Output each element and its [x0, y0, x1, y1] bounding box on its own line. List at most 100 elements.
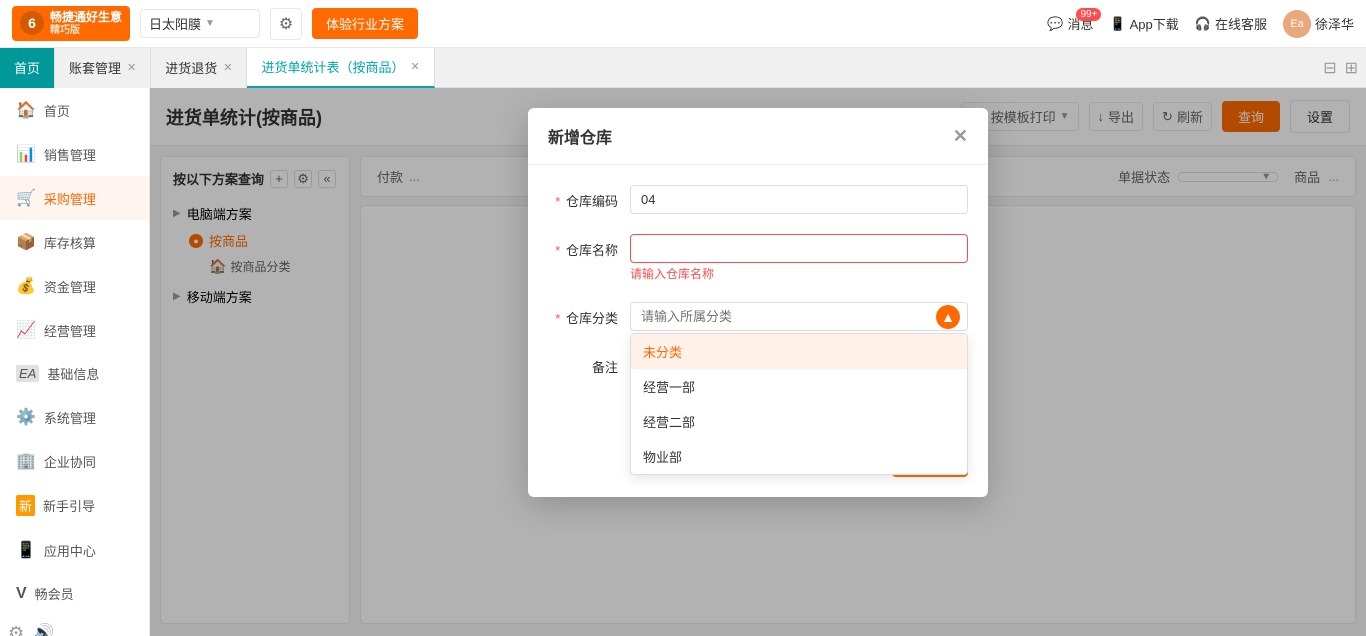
- main-layout: 🏠 首页 📊 销售管理 🛒 采购管理 📦 库存核算 💰 资金管理 📈 经营管理 …: [0, 88, 1366, 636]
- sidebar-label-basic-info: 基础信息: [47, 364, 99, 383]
- header-right: 💬 消息 99+ 📱 App下载 🎧 在线客服 Ea 徐泽华: [1047, 10, 1354, 38]
- enterprise-icon: 🏢: [16, 451, 36, 471]
- form-row-category: * 仓库分类 ▲ 未分类 经营一部 经营二部 物业部: [548, 302, 968, 331]
- tab-expand-icon[interactable]: ⊞: [1345, 58, 1358, 78]
- finance-icon: 💰: [16, 276, 36, 296]
- form-row-code: * 仓库编码: [548, 185, 968, 214]
- dropdown-item-ops2[interactable]: 经营二部: [631, 404, 967, 439]
- purchase-return-tab-close[interactable]: ✕: [223, 61, 232, 74]
- modal-header: 新增仓库 ✕: [528, 108, 988, 165]
- warehouse-code-input[interactable]: [630, 185, 968, 214]
- system-icon: ⚙️: [16, 407, 36, 427]
- dropdown-item-uncategorized[interactable]: 未分类: [631, 334, 967, 369]
- operations-icon: 📈: [16, 320, 36, 340]
- modal-new-warehouse: 新增仓库 ✕ * 仓库编码: [528, 108, 988, 497]
- category-dropdown: 未分类 经营一部 经营二部 物业部: [630, 333, 968, 475]
- sales-icon: 📊: [16, 144, 36, 164]
- sidebar-item-home[interactable]: 🏠 首页: [0, 88, 149, 132]
- sidebar-item-operations[interactable]: 📈 经营管理: [0, 308, 149, 352]
- sidebar-item-app-center[interactable]: 📱 应用中心: [0, 528, 149, 572]
- sidebar-item-sales[interactable]: 📊 销售管理: [0, 132, 149, 176]
- sidebar-label-finance: 资金管理: [44, 277, 96, 296]
- logo-area: 6 畅捷通好生意 精巧版: [12, 6, 130, 40]
- sidebar-label-app-center: 应用中心: [44, 541, 96, 560]
- app-download-label: App下载: [1130, 14, 1179, 33]
- sidebar-label-system: 系统管理: [44, 408, 96, 427]
- username: 徐泽华: [1315, 14, 1354, 33]
- message-item[interactable]: 💬 消息 99+: [1047, 14, 1093, 33]
- basic-info-icon: EA: [16, 365, 39, 382]
- sidebar-item-vip[interactable]: V 畅会员: [0, 572, 149, 615]
- sidebar-item-system[interactable]: ⚙️ 系统管理: [0, 395, 149, 439]
- warehouse-code-label: * 仓库编码: [548, 185, 618, 210]
- ea-label: Ea: [1283, 10, 1311, 38]
- sidebar-item-basic-info[interactable]: EA 基础信息: [0, 352, 149, 395]
- user-avatar: Ea: [1283, 10, 1311, 38]
- sidebar-label-home: 首页: [44, 101, 70, 120]
- tab-purchase-stats[interactable]: 进货单统计表（按商品） ✕: [247, 48, 434, 88]
- sidebar-item-purchase[interactable]: 🛒 采购管理: [0, 176, 149, 220]
- modal-overlay: 新增仓库 ✕ * 仓库编码: [150, 88, 1366, 636]
- modal-title: 新增仓库: [548, 124, 612, 148]
- tab-minimize-icon[interactable]: ⊟: [1323, 58, 1336, 78]
- tab-home[interactable]: 首页: [0, 48, 55, 88]
- logo-text: 畅捷通好生意: [50, 10, 122, 24]
- sidebar-label-sales: 销售管理: [44, 145, 96, 164]
- category-arrow-button[interactable]: ▲: [936, 305, 960, 329]
- purchase-stats-tab-label: 进货单统计表（按商品）: [261, 57, 404, 76]
- app-download-item[interactable]: 📱 App下载: [1109, 14, 1178, 33]
- store-name: 日太阳膜: [149, 14, 201, 33]
- message-badge: 99+: [1076, 8, 1101, 21]
- logo-icon: 6: [20, 11, 44, 35]
- sidebar-label-operations: 经营管理: [44, 321, 96, 340]
- category-input[interactable]: [630, 302, 968, 331]
- sidebar-label-vip: 畅会员: [35, 584, 74, 603]
- settings-bottom-icon[interactable]: ⚙: [8, 623, 24, 636]
- logo-sub: 精巧版: [50, 25, 122, 37]
- dropdown-item-property[interactable]: 物业部: [631, 439, 967, 474]
- online-service-label: 在线客服: [1215, 14, 1267, 33]
- home-tab-label: 首页: [14, 58, 40, 77]
- gear-button[interactable]: ⚙: [270, 8, 302, 40]
- headset-icon: 🎧: [1195, 16, 1211, 32]
- modal-close-button[interactable]: ✕: [953, 126, 968, 147]
- sidebar-item-newbie[interactable]: 新 新手引导: [0, 483, 149, 528]
- sidebar-item-finance[interactable]: 💰 资金管理: [0, 264, 149, 308]
- warehouse-category-label: * 仓库分类: [548, 302, 618, 327]
- modal-body: * 仓库编码 * 仓库名称 请输入仓库名称: [528, 165, 988, 441]
- sidebar-label-newbie: 新手引导: [43, 496, 95, 515]
- sidebar-item-enterprise[interactable]: 🏢 企业协同: [0, 439, 149, 483]
- trial-button[interactable]: 体验行业方案: [312, 8, 418, 39]
- required-star-category: *: [555, 311, 560, 326]
- tab-purchase-return[interactable]: 进货退货 ✕: [151, 48, 247, 88]
- online-service-item[interactable]: 🎧 在线客服: [1195, 14, 1267, 33]
- tab-account[interactable]: 账套管理 ✕: [55, 48, 151, 88]
- warehouse-name-input[interactable]: [630, 234, 968, 263]
- newbie-icon: 新: [16, 495, 35, 516]
- warehouse-name-wrapper: 请输入仓库名称: [630, 234, 968, 282]
- top-header: 6 畅捷通好生意 精巧版 日太阳膜 ▼ ⚙ 体验行业方案 💬 消息 99+ 📱 …: [0, 0, 1366, 48]
- home-icon: 🏠: [16, 100, 36, 120]
- account-tab-close[interactable]: ✕: [127, 61, 136, 74]
- warehouse-name-error: 请输入仓库名称: [630, 265, 968, 282]
- dropdown-item-ops1[interactable]: 经营一部: [631, 369, 967, 404]
- category-select-wrapper: ▲ 未分类 经营一部 经营二部 物业部: [630, 302, 968, 331]
- form-row-name: * 仓库名称 请输入仓库名称: [548, 234, 968, 282]
- sidebar-item-inventory[interactable]: 📦 库存核算: [0, 220, 149, 264]
- tab-bar-right: ⊟ ⊞: [1323, 58, 1366, 78]
- content-area: 进货单统计(按商品) 🖨 按模板打印 ▼ ↓ 导出 ↻ 刷新 查询 设置: [150, 88, 1366, 636]
- app-download-icon: 📱: [1109, 16, 1125, 32]
- message-icon: 💬: [1047, 16, 1063, 32]
- user-item[interactable]: Ea 徐泽华: [1283, 10, 1354, 38]
- sidebar-label-inventory: 库存核算: [44, 233, 96, 252]
- warehouse-name-label: * 仓库名称: [548, 234, 618, 259]
- required-star-name: *: [555, 243, 560, 258]
- inventory-icon: 📦: [16, 232, 36, 252]
- sidebar-label-purchase: 采购管理: [44, 189, 96, 208]
- app-center-icon: 📱: [16, 540, 36, 560]
- sidebar: 🏠 首页 📊 销售管理 🛒 采购管理 📦 库存核算 💰 资金管理 📈 经营管理 …: [0, 88, 150, 636]
- store-selector[interactable]: 日太阳膜 ▼: [140, 9, 260, 38]
- sound-icon[interactable]: 🔊: [32, 623, 54, 636]
- purchase-stats-tab-close[interactable]: ✕: [411, 60, 420, 73]
- purchase-return-tab-label: 进货退货: [165, 58, 217, 77]
